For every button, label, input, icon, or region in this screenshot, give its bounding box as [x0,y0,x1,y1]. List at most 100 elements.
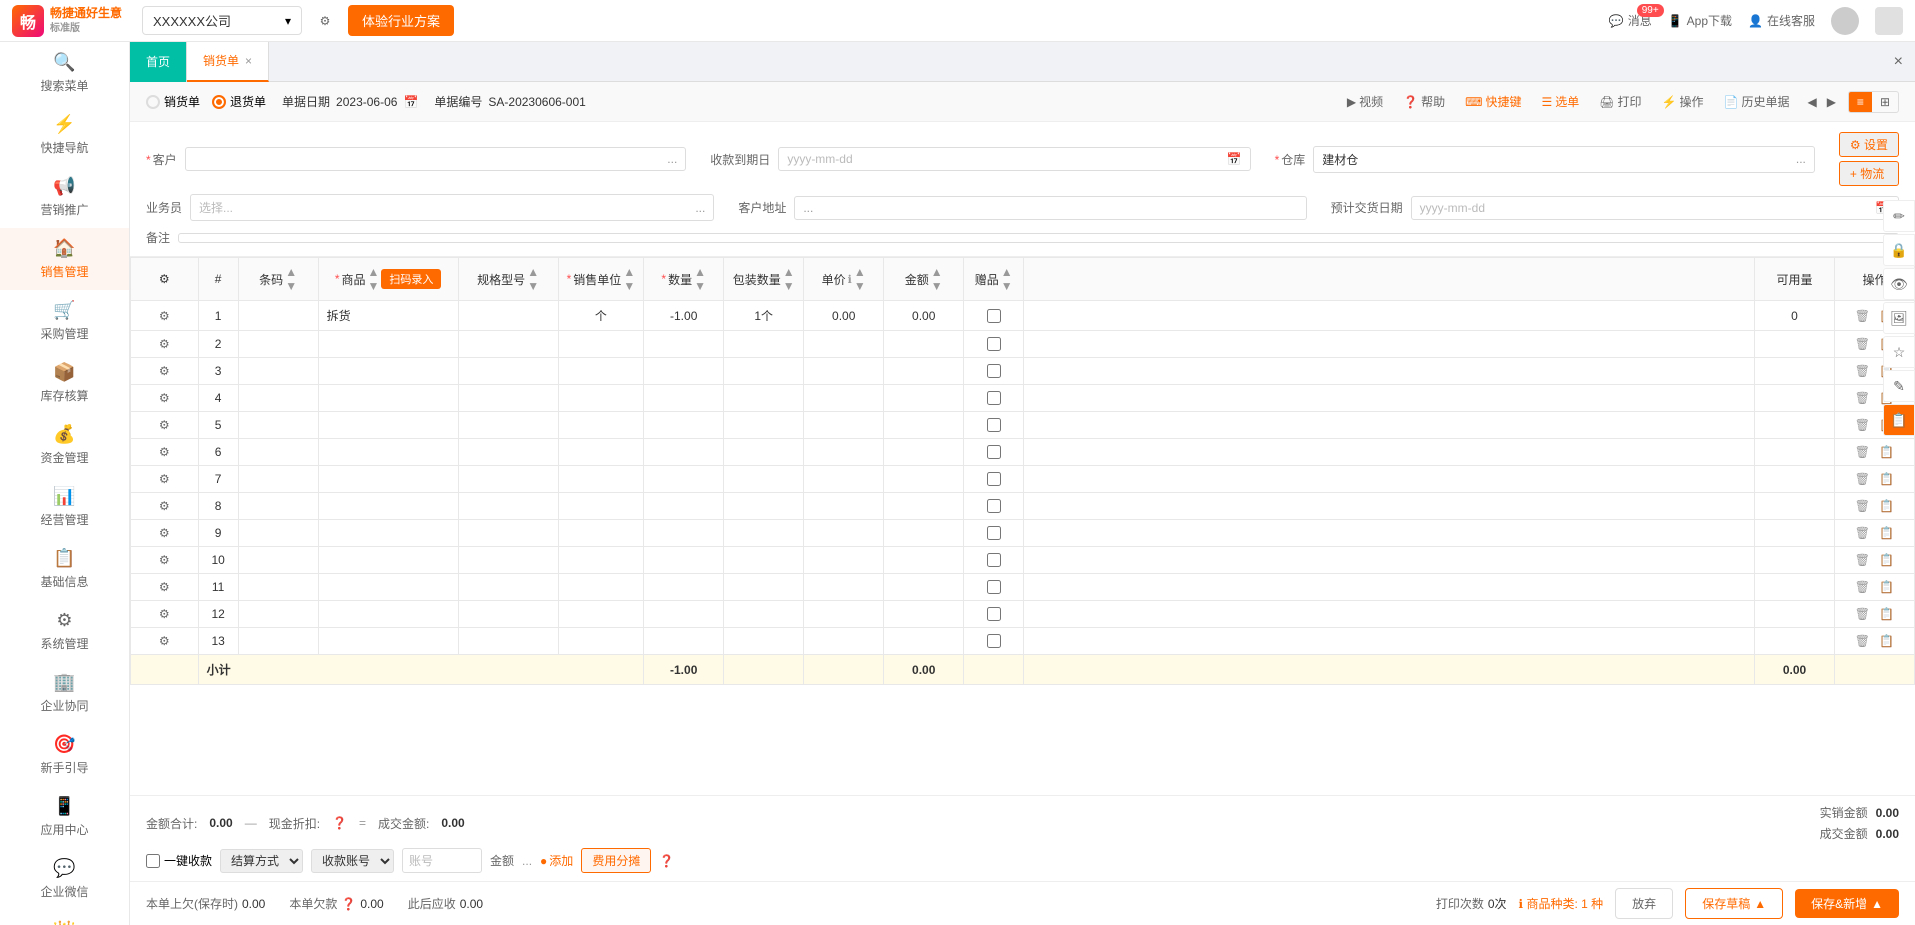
sidebar-item-purchase[interactable]: 🛒 采购管理 [0,290,129,352]
row-gift[interactable] [964,412,1024,439]
row-product[interactable] [318,385,458,412]
company-selector[interactable]: XXXXXX公司 ▾ [142,6,302,35]
gift-checkbox[interactable] [987,309,1001,323]
row-unit[interactable]: 个 [558,301,644,331]
row-unit[interactable] [558,385,644,412]
row-settings-cell[interactable]: ⚙ [131,412,199,439]
choose-btn[interactable]: ☰ 选单 [1535,90,1585,113]
user-menu-icon[interactable] [1875,7,1903,35]
row-amount[interactable] [884,493,964,520]
message-btn[interactable]: 💬 消息 99+ [1609,12,1652,29]
save-draft-btn[interactable]: 保存草稿 ▲ [1685,888,1783,919]
row-settings-cell[interactable]: ⚙ [131,547,199,574]
row-spec[interactable] [458,301,558,331]
row-barcode[interactable] [238,493,318,520]
row-product[interactable] [318,547,458,574]
row-barcode[interactable] [238,466,318,493]
row-price[interactable] [804,601,884,628]
row-barcode[interactable] [238,628,318,655]
calendar-icon[interactable]: 📅 [403,95,418,109]
row-price[interactable] [804,358,884,385]
row-barcode[interactable] [238,547,318,574]
row-barcode[interactable] [238,331,318,358]
row-unit[interactable] [558,466,644,493]
row-settings-cell[interactable]: ⚙ [131,520,199,547]
row-barcode[interactable] [238,385,318,412]
row-qty[interactable] [644,574,724,601]
scan-barcode-btn[interactable]: 扫码录入 [381,269,441,289]
row-barcode[interactable] [238,412,318,439]
gift-checkbox[interactable] [987,472,1001,486]
row-qty[interactable] [644,628,724,655]
row-pack[interactable] [724,628,804,655]
row-settings-cell[interactable]: ⚙ [131,331,199,358]
row-settings-cell[interactable]: ⚙ [131,466,199,493]
row-price[interactable] [804,412,884,439]
row-settings-cell[interactable]: ⚙ [131,385,199,412]
row-qty[interactable] [644,466,724,493]
trial-button[interactable]: 体验行业方案 [348,5,454,36]
row-barcode[interactable] [238,574,318,601]
row-pack[interactable] [724,412,804,439]
row-pack[interactable] [724,601,804,628]
row-spec[interactable] [458,331,558,358]
one-key-checkbox[interactable] [146,854,160,868]
radio-return[interactable]: 退货单 [212,93,266,110]
row-qty[interactable] [644,601,724,628]
row-amount[interactable] [884,520,964,547]
row-price[interactable] [804,439,884,466]
row-qty[interactable] [644,331,724,358]
payment-due-input[interactable]: yyyy-mm-dd 📅 [778,147,1250,171]
row-gift[interactable] [964,466,1024,493]
row-amount[interactable] [884,385,964,412]
row-spec[interactable] [458,628,558,655]
row-settings-cell[interactable]: ⚙ [131,574,199,601]
copy-row-icon[interactable]: 📋 [1879,553,1894,567]
row-qty[interactable] [644,547,724,574]
row-product[interactable] [318,331,458,358]
row-spec[interactable] [458,439,558,466]
row-product[interactable] [318,466,458,493]
float-star-btn[interactable]: ☆ [1883,336,1915,368]
next-btn[interactable]: ▶ [1823,93,1840,111]
delete-row-icon[interactable]: 🗑 [1855,337,1870,351]
delete-row-icon[interactable]: 🗑 [1855,309,1870,323]
row-settings-cell[interactable]: ⚙ [131,493,199,520]
row-amount[interactable] [884,439,964,466]
row-price[interactable] [804,547,884,574]
row-unit[interactable] [558,439,644,466]
row-settings-cell[interactable]: ⚙ [131,439,199,466]
copy-row-icon[interactable]: 📋 [1879,580,1894,594]
copy-row-icon[interactable]: 📋 [1879,472,1894,486]
tab-home[interactable]: 首页 [130,42,187,82]
row-unit[interactable] [558,547,644,574]
row-spec[interactable] [458,466,558,493]
gift-checkbox[interactable] [987,418,1001,432]
row-unit[interactable] [558,601,644,628]
video-btn[interactable]: ▶ 视频 [1341,90,1389,113]
row-gift[interactable] [964,439,1024,466]
salesperson-input[interactable]: 选择... ... [190,194,714,221]
row-unit[interactable] [558,331,644,358]
row-amount[interactable] [884,358,964,385]
remarks-input[interactable] [178,233,1899,243]
row-amount[interactable] [884,331,964,358]
row-product[interactable] [318,439,458,466]
th-settings[interactable]: ⚙ [131,258,199,301]
view-list-btn[interactable]: ≡ [1849,92,1872,112]
sidebar-item-inventory[interactable]: 📦 库存核算 [0,352,129,414]
delete-row-icon[interactable]: 🗑 [1855,445,1870,459]
gift-checkbox[interactable] [987,445,1001,459]
delete-row-icon[interactable]: 🗑 [1855,499,1870,513]
row-unit[interactable] [558,574,644,601]
gift-checkbox[interactable] [987,607,1001,621]
sidebar-item-apps[interactable]: 📱 应用中心 [0,786,129,848]
row-gift[interactable] [964,358,1024,385]
row-spec[interactable] [458,493,558,520]
delete-row-icon[interactable]: 🗑 [1855,580,1870,594]
account-number-input[interactable]: 账号 [402,848,482,873]
online-service-btn[interactable]: 👤 在线客服 [1748,12,1815,29]
delete-row-icon[interactable]: 🗑 [1855,391,1870,405]
row-gift[interactable] [964,385,1024,412]
row-product[interactable] [318,601,458,628]
